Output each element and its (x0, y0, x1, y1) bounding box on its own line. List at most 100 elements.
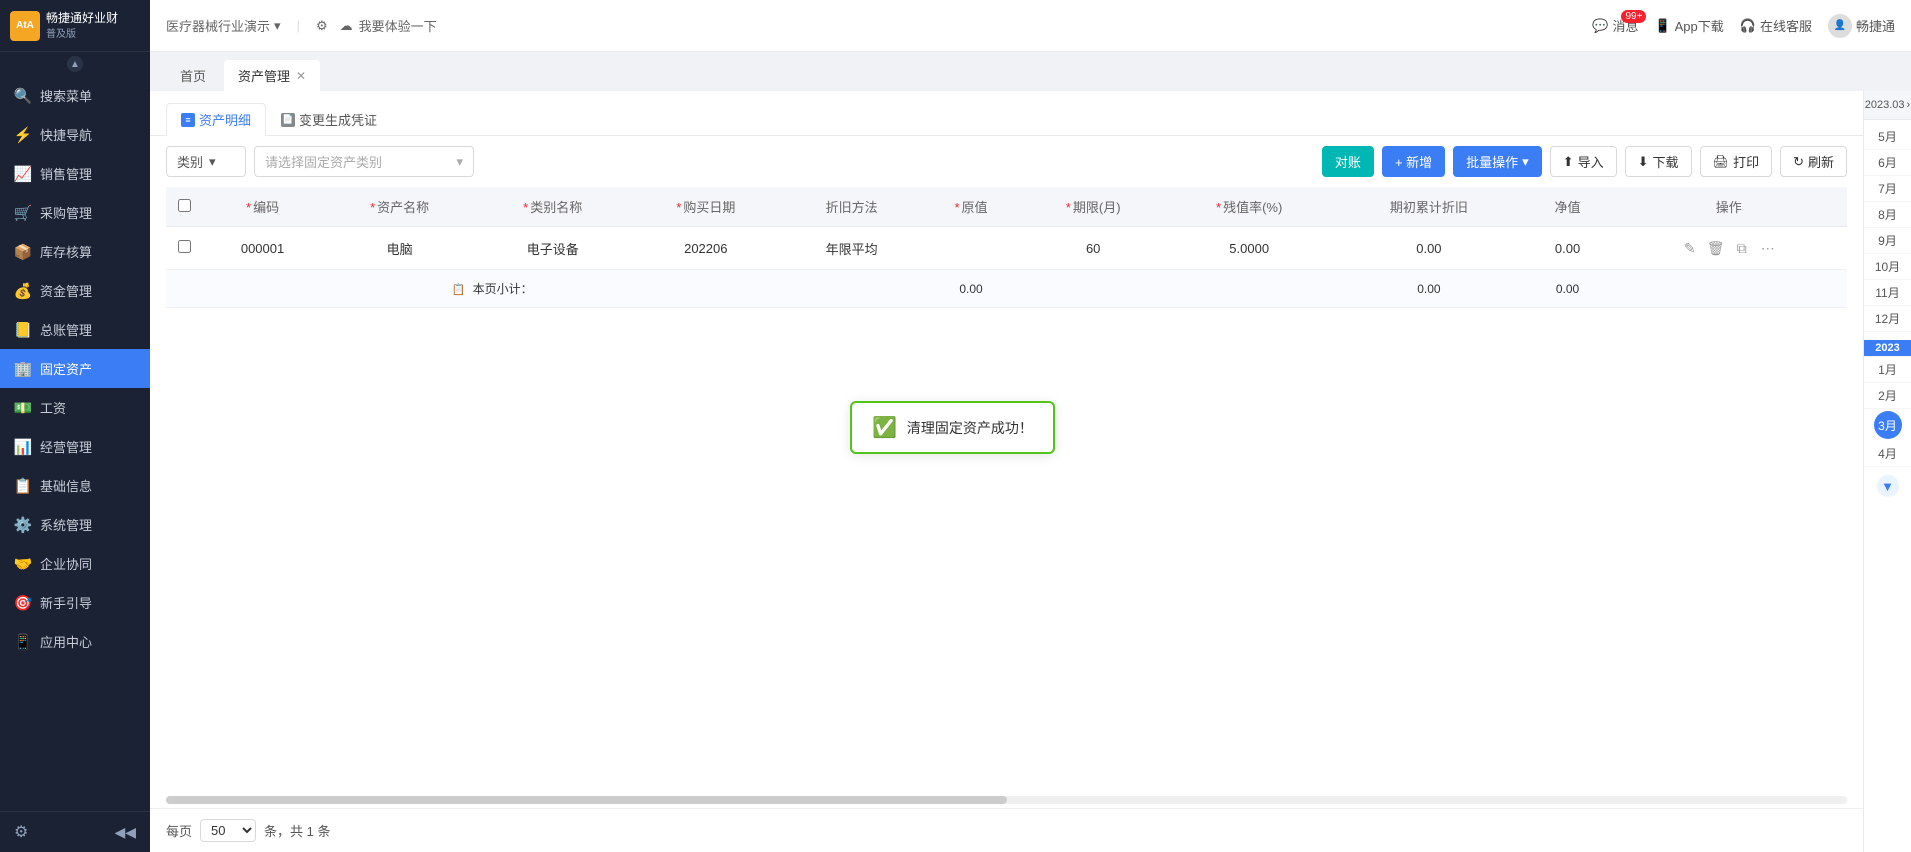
col-name: *资产名称 (323, 187, 476, 227)
sidebar-item-basic-info[interactable]: 📋 基础信息 (0, 466, 150, 505)
operations-icon: 📊 (14, 438, 32, 456)
success-message: 清理固定资产成功！ (907, 418, 1033, 438)
table-scroll-bar[interactable] (150, 792, 1863, 808)
sidebar-collapse-btn[interactable]: ◀◀ (114, 824, 136, 841)
sidebar-item-fixed-assets[interactable]: 🏢 固定资产 (0, 349, 150, 388)
sub-tab-change-voucher[interactable]: 📄 变更生成凭证 (266, 103, 392, 136)
sidebar-item-sales[interactable]: 📈 销售管理 (0, 154, 150, 193)
calendar-month-2[interactable]: 2月 (1864, 383, 1911, 409)
delete-icon[interactable]: 🗑 (1705, 237, 1727, 259)
company-selector[interactable]: 医疗器械行业演示 ▾ (166, 16, 281, 35)
calendar-month-6[interactable]: 6月 (1864, 150, 1911, 176)
calendar-header: 2023.03 › (1864, 91, 1911, 120)
calendar-month-1[interactable]: 1月 (1864, 357, 1911, 383)
topbar: 医疗器械行业演示 ▾ | ⚙ ☁ 我要体验一下 💬 消息 99+ 📱 App下载… (150, 0, 1911, 52)
quick-nav-icon: ⚡ (14, 126, 32, 144)
sidebar-item-label: 新手引导 (40, 593, 92, 612)
calendar-header-text: 2023.03 (1865, 99, 1905, 111)
sidebar-item-quick-nav[interactable]: ⚡ 快捷导航 (0, 115, 150, 154)
download-button[interactable]: ⬇ 下载 (1625, 146, 1692, 177)
experience-btn[interactable]: ☁ 我要体验一下 (340, 16, 437, 35)
calendar-month-7[interactable]: 7月 (1864, 176, 1911, 202)
copy-icon[interactable]: ⧉ (1731, 237, 1753, 259)
sub-tab-asset-detail[interactable]: ≡ 资产明细 (166, 103, 266, 136)
print-button[interactable]: 🖨 打印 (1700, 146, 1773, 177)
new-button[interactable]: + 新增 (1382, 146, 1445, 177)
main-panel: ≡ 资产明细 📄 变更生成凭证 类别 ▾ 请选择固定资产类别 ▾ (150, 91, 1863, 852)
edit-icon[interactable]: ✎ (1679, 237, 1701, 259)
subtotal-ops (1610, 270, 1847, 308)
per-page-select[interactable]: 50 100 200 (200, 819, 256, 842)
reconcile-button[interactable]: 对账 (1322, 146, 1374, 177)
subtotal-period (1021, 270, 1165, 308)
calendar-month-8[interactable]: 8月 (1864, 202, 1911, 228)
sidebar-item-payroll[interactable]: 💵 工资 (0, 388, 150, 427)
table-wrapper: *编码 *资产名称 *类别名称 *购买日期 折旧方法 *原值 *期限(月) *残… (150, 187, 1863, 792)
sub-tab-change-voucher-label: 变更生成凭证 (299, 110, 377, 129)
calendar-month-5[interactable]: 5月 (1864, 124, 1911, 150)
tab-home[interactable]: 首页 (166, 60, 220, 91)
chevron-down-icon: ▾ (209, 154, 216, 170)
row-residual-rate: 5.0000 (1165, 227, 1333, 270)
sales-icon: 📈 (14, 165, 32, 183)
tab-asset-management[interactable]: 资产管理 ✕ (224, 60, 320, 91)
sidebar-item-inventory[interactable]: 📦 库存核算 (0, 232, 150, 271)
calendar-month-12[interactable]: 12月 (1864, 306, 1911, 332)
subtotal-net: 0.00 (1525, 270, 1611, 308)
capital-icon: 💰 (14, 282, 32, 300)
user-menu[interactable]: 👤 畅捷通 (1828, 14, 1895, 38)
row-select-checkbox[interactable] (178, 240, 191, 253)
sidebar: AtA 畅捷通好业财 普及版 ▲ 🔍 搜索菜单 ⚡ 快捷导航 📈 销售管理 🛒 … (0, 0, 150, 852)
row-checkbox[interactable] (166, 227, 202, 270)
app-download-btn[interactable]: 📱 App下载 (1654, 16, 1723, 35)
col-original-value: *原值 (921, 187, 1021, 227)
sidebar-item-ledger[interactable]: 📒 总账管理 (0, 310, 150, 349)
chevron-icon[interactable]: › (1907, 99, 1911, 111)
calendar-month-3-current[interactable]: 3月 (1874, 411, 1902, 439)
select-all-checkbox[interactable] (178, 199, 191, 212)
tab-close-icon[interactable]: ✕ (296, 69, 306, 83)
sidebar-scroll-up[interactable]: ▲ (67, 56, 83, 72)
success-check-icon: ✅ (872, 415, 897, 440)
calendar-month-4[interactable]: 4月 (1864, 441, 1911, 467)
calendar-month-11[interactable]: 11月 (1864, 280, 1911, 306)
subtotal-original: 0.00 (921, 270, 1021, 308)
subtotal-depreciation (782, 270, 921, 308)
service-icon: 🎧 (1740, 18, 1756, 34)
messages-btn[interactable]: 💬 消息 99+ (1592, 16, 1638, 35)
sidebar-item-system[interactable]: ⚙️ 系统管理 (0, 505, 150, 544)
per-page-label: 每页 (166, 821, 192, 840)
calendar-down-icon[interactable]: ▼ (1877, 475, 1899, 497)
toolbar-right: 对账 + 新增 批量操作 ▾ ⬆ 导入 ⬇ 下载 (1322, 146, 1847, 177)
more-icon[interactable]: ⋯ (1757, 237, 1779, 259)
category-input[interactable]: 请选择固定资产类别 ▾ (254, 146, 474, 177)
batch-ops-button[interactable]: 批量操作 ▾ (1453, 146, 1542, 177)
sidebar-item-search[interactable]: 🔍 搜索菜单 (0, 76, 150, 115)
year-label[interactable]: 2023 (1864, 340, 1911, 357)
checkbox-header[interactable] (166, 187, 202, 227)
calendar-month-9[interactable]: 9月 (1864, 228, 1911, 254)
scroll-thumb[interactable] (166, 796, 1007, 804)
gear-icon[interactable]: ⚙ (316, 18, 328, 34)
calendar-scroll-down[interactable]: ▼ (1864, 471, 1911, 501)
sidebar-item-guide[interactable]: 🎯 新手引导 (0, 583, 150, 622)
app-center-icon: 📱 (14, 633, 32, 651)
main-content: 医疗器械行业演示 ▾ | ⚙ ☁ 我要体验一下 💬 消息 99+ 📱 App下载… (150, 0, 1911, 852)
category-filter[interactable]: 类别 ▾ (166, 146, 246, 177)
sidebar-item-purchase[interactable]: 🛒 采购管理 (0, 193, 150, 232)
import-button[interactable]: ⬆ 导入 (1550, 146, 1617, 177)
refresh-button[interactable]: ↻ 刷新 (1780, 146, 1847, 177)
sidebar-item-label: 系统管理 (40, 515, 92, 534)
calendar-month-10[interactable]: 10月 (1864, 254, 1911, 280)
row-original-value (921, 227, 1021, 270)
settings-icon[interactable]: ⚙ (14, 822, 28, 842)
sidebar-item-app-center[interactable]: 📱 应用中心 (0, 622, 150, 661)
col-period: *期限(月) (1021, 187, 1165, 227)
basic-info-icon: 📋 (14, 477, 32, 495)
scroll-track (166, 796, 1847, 804)
sidebar-item-enterprise[interactable]: 🤝 企业协同 (0, 544, 150, 583)
sidebar-bottom: ⚙ ◀◀ (0, 811, 150, 852)
sidebar-item-capital[interactable]: 💰 资金管理 (0, 271, 150, 310)
online-service-btn[interactable]: 🎧 在线客服 (1740, 16, 1812, 35)
sidebar-item-operations[interactable]: 📊 经营管理 (0, 427, 150, 466)
